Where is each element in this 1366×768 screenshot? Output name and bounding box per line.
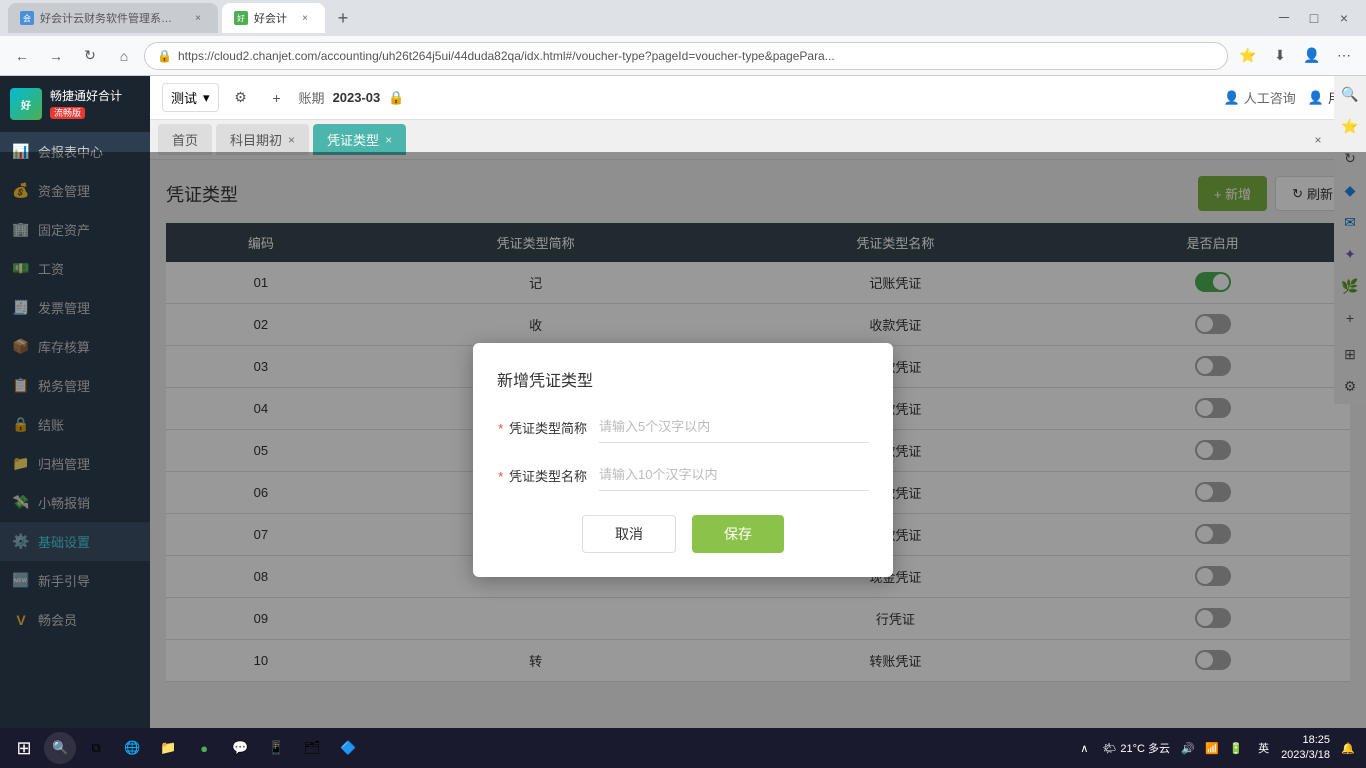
maximize-button[interactable]: □ <box>1300 4 1328 32</box>
user-icon: 👤 <box>1308 90 1324 106</box>
profile-btn[interactable]: 👤 <box>1298 42 1326 70</box>
period-lock-icon: 🔒 <box>388 90 404 106</box>
cancel-button[interactable]: 取消 <box>582 515 676 553</box>
taskbar-chrome[interactable]: ● <box>188 732 220 764</box>
taskbar-task-view[interactable]: ⧉ <box>80 732 112 764</box>
tab-voucher-type[interactable]: 凭证类型 × <box>313 124 406 155</box>
taskbar-edge2[interactable]: 🔷 <box>332 732 364 764</box>
tab-subjects-close[interactable]: × <box>288 133 295 147</box>
abbr-required-star: * <box>498 421 503 436</box>
modal-actions: 取消 保存 <box>497 515 869 553</box>
tab-subjects-label: 科目期初 <box>230 130 282 149</box>
tab-bar: 会 好会计云财务软件管理系统_会计 × 好 好会计 × + － □ × <box>0 0 1366 36</box>
battery-icon[interactable]: 🔋 <box>1226 738 1246 758</box>
tab-subjects[interactable]: 科目期初 × <box>216 124 309 155</box>
taskbar-explorer[interactable]: 📁 <box>152 732 184 764</box>
taskbar-app2[interactable]: 📱 <box>260 732 292 764</box>
reload-button[interactable]: ↻ <box>76 42 104 70</box>
browser-actions: ⭐ ⬇ 👤 ⋯ <box>1234 42 1358 70</box>
tab-label-2: 好会计 <box>254 10 287 26</box>
new-tab-button[interactable]: + <box>329 4 357 32</box>
network-icon[interactable]: 🔊 <box>1178 738 1198 758</box>
form-row-abbr: * 凭证类型简称 <box>497 411 869 443</box>
modal-dialog: 新增凭证类型 * 凭证类型简称 * 凭证类型名称 取消 保存 <box>473 343 893 577</box>
forward-button[interactable]: → <box>42 42 70 70</box>
tab-close-1[interactable]: × <box>190 10 206 26</box>
content-minimize-btn[interactable]: × <box>1306 128 1330 152</box>
app-container: 好 畅捷通好合计 流畅版 📊 会报表中心 💰 资金管理 🏢 固定资产 💵 <box>0 76 1366 768</box>
app-topbar: 测试 ▾ ⚙ + 账期 2023-03 🔒 👤 人工咨询 👤 用友 <box>150 76 1366 120</box>
language-indicator: 英 <box>1254 740 1273 756</box>
workspace-add-btn[interactable]: + <box>263 84 291 112</box>
browser-tab-2[interactable]: 好 好会计 × <box>222 3 325 33</box>
name-label: * 凭证类型名称 <box>497 466 587 485</box>
tab-voucher-type-close[interactable]: × <box>385 133 392 147</box>
taskbar-datetime: 18:25 2023/3/18 <box>1281 733 1330 764</box>
workspace-settings-btn[interactable]: ⚙ <box>227 84 255 112</box>
wifi-icon[interactable]: 📶 <box>1202 738 1222 758</box>
tab-home-label: 首页 <box>172 130 198 149</box>
taskbar-folder[interactable]: 🗂 <box>296 732 328 764</box>
close-window-button[interactable]: × <box>1330 4 1358 32</box>
taskbar-network-icons: 🔊 📶 🔋 <box>1178 738 1246 758</box>
period-value: 2023-03 <box>333 90 381 105</box>
taskbar-search[interactable]: 🔍 <box>44 732 76 764</box>
name-input[interactable] <box>599 459 869 491</box>
browser-tab-1[interactable]: 会 好会计云财务软件管理系统_会计 × <box>8 3 218 33</box>
workspace-dropdown-icon: ▾ <box>203 90 210 106</box>
address-bar: ← → ↻ ⌂ 🔒 https://cloud2.chanjet.com/acc… <box>0 36 1366 76</box>
help-label: 人工咨询 <box>1244 88 1296 107</box>
logo-badge: 流畅版 <box>50 107 85 119</box>
help-button[interactable]: 👤 人工咨询 <box>1224 88 1296 107</box>
time-display: 18:25 <box>1281 733 1330 748</box>
weather-text: 21°C 多云 <box>1120 740 1170 756</box>
tab-favicon-2: 好 <box>234 11 248 25</box>
modal-overlay: 新增凭证类型 * 凭证类型简称 * 凭证类型名称 取消 保存 <box>0 152 1366 768</box>
more-btn[interactable]: ⋯ <box>1330 42 1358 70</box>
logo-icon: 好 <box>10 88 42 120</box>
tab-favicon-1: 会 <box>20 11 34 25</box>
help-icon: 👤 <box>1224 90 1240 106</box>
sidebar-bookmark-icon[interactable]: ⭐ <box>1336 112 1364 140</box>
sidebar-logo: 好 畅捷通好合计 流畅版 <box>0 76 150 132</box>
abbr-label-text: 凭证类型简称 <box>509 421 587 436</box>
sidebar-search-icon[interactable]: 🔍 <box>1336 80 1364 108</box>
workspace-name: 测试 <box>171 88 197 107</box>
lock-icon: 🔒 <box>157 49 172 63</box>
start-button[interactable]: ⊞ <box>8 732 40 764</box>
taskbar-wechat[interactable]: 💬 <box>224 732 256 764</box>
abbr-input[interactable] <box>599 411 869 443</box>
url-text: https://cloud2.chanjet.com/accounting/uh… <box>178 49 835 63</box>
taskbar-edge[interactable]: 🌐 <box>116 732 148 764</box>
minimize-button[interactable]: － <box>1270 4 1298 32</box>
tab-voucher-type-label: 凭证类型 <box>327 130 379 149</box>
taskbar-up-icon[interactable]: ∧ <box>1074 738 1094 758</box>
notification-icon[interactable]: 🔔 <box>1338 738 1358 758</box>
form-row-name: * 凭证类型名称 <box>497 459 869 491</box>
extensions-btn[interactable]: ⭐ <box>1234 42 1262 70</box>
workspace-selector[interactable]: 测试 ▾ <box>162 83 219 112</box>
abbr-label: * 凭证类型简称 <box>497 418 587 437</box>
url-input[interactable]: 🔒 https://cloud2.chanjet.com/accounting/… <box>144 42 1228 70</box>
home-button[interactable]: ⌂ <box>110 42 138 70</box>
modal-title: 新增凭证类型 <box>497 367 869 391</box>
logo-text: 畅捷通好合计 <box>50 89 122 105</box>
name-label-text: 凭证类型名称 <box>509 469 587 484</box>
name-required-star: * <box>498 469 503 484</box>
tab-close-2[interactable]: × <box>297 10 313 26</box>
period-label: 账期 <box>299 88 325 107</box>
taskbar-sys-icons: ∧ <box>1074 738 1094 758</box>
taskbar-search-icon: 🔍 <box>52 740 68 756</box>
date-display: 2023/3/18 <box>1281 748 1330 763</box>
save-button[interactable]: 保存 <box>692 515 784 553</box>
taskbar-right: ∧ 🌤 21°C 多云 🔊 📶 🔋 英 18:25 2023/3/18 🔔 <box>1074 733 1358 764</box>
downloads-btn[interactable]: ⬇ <box>1266 42 1294 70</box>
tab-label-1: 好会计云财务软件管理系统_会计 <box>40 10 180 26</box>
taskbar: ⊞ 🔍 ⧉ 🌐 📁 ● 💬 📱 🗂 🔷 ∧ 🌤 21°C 多云 🔊 📶 🔋 英 … <box>0 728 1366 768</box>
browser-chrome: 会 好会计云财务软件管理系统_会计 × 好 好会计 × + － □ × ← → … <box>0 0 1366 76</box>
tab-home[interactable]: 首页 <box>158 124 212 155</box>
taskbar-weather: 🌤 21°C 多云 <box>1102 740 1170 756</box>
weather-icon: 🌤 <box>1102 742 1116 755</box>
back-button[interactable]: ← <box>8 42 36 70</box>
